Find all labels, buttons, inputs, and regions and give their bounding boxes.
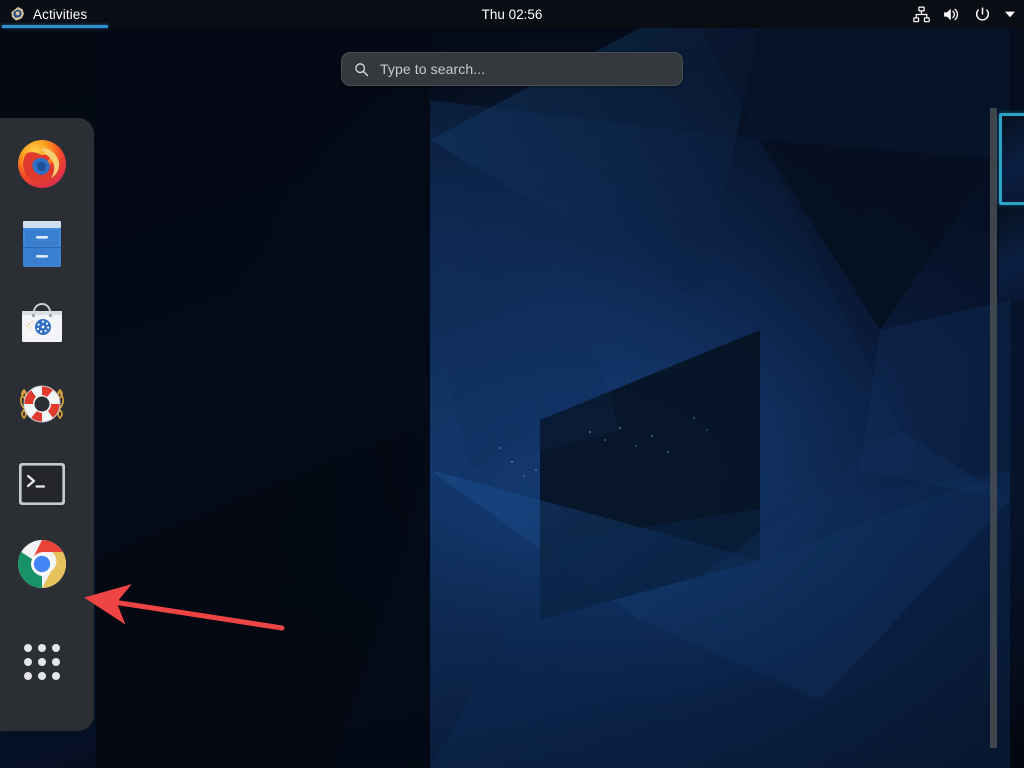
wallpaper xyxy=(0,0,1024,768)
clock-container: Thu 02:56 xyxy=(0,0,1024,28)
app-grid-icon xyxy=(18,638,66,691)
file-cabinet-icon xyxy=(19,218,65,275)
activities-button[interactable]: Activities xyxy=(0,0,108,28)
distro-logo-icon xyxy=(10,6,26,22)
firefox-icon xyxy=(16,138,68,195)
show-applications-button[interactable] xyxy=(10,632,74,696)
dash xyxy=(0,118,94,731)
power-icon[interactable] xyxy=(974,6,991,23)
dash-item-files[interactable] xyxy=(10,214,74,278)
volume-high-icon[interactable] xyxy=(943,6,961,23)
top-bar: Activities Thu 02:56 xyxy=(0,0,1024,28)
workspace-preview xyxy=(1002,116,1024,202)
network-wired-icon[interactable] xyxy=(913,6,930,23)
workspace-thumbnail-1[interactable] xyxy=(999,113,1024,205)
search-input[interactable]: Type to search... xyxy=(341,52,683,86)
search-icon xyxy=(354,62,369,77)
dash-item-help[interactable] xyxy=(10,374,74,438)
clock-datetime[interactable]: Thu 02:56 xyxy=(482,7,543,22)
workspace-preview xyxy=(999,208,1024,300)
workspace-thumbnail-2[interactable] xyxy=(999,208,1024,300)
dash-item-terminal[interactable] xyxy=(10,454,74,518)
dash-item-chrome[interactable] xyxy=(10,534,74,598)
workspace-rail xyxy=(990,108,997,748)
life-preserver-icon xyxy=(16,378,68,435)
dash-item-firefox[interactable] xyxy=(10,134,74,198)
activities-label: Activities xyxy=(33,6,88,22)
search-placeholder-text: Type to search... xyxy=(380,61,486,77)
activities-active-indicator xyxy=(2,25,108,28)
wallpaper-facets xyxy=(96,28,1010,768)
workspace-thumbnails xyxy=(990,108,1024,748)
terminal-icon xyxy=(17,461,67,512)
chrome-icon xyxy=(16,538,68,595)
shopping-bag-icon xyxy=(17,299,67,354)
desktop: Activities Thu 02:56 Type to search... xyxy=(0,0,1024,768)
dash-item-software[interactable] xyxy=(10,294,74,358)
status-area[interactable] xyxy=(913,0,1016,28)
chevron-down-icon[interactable] xyxy=(1004,9,1016,19)
